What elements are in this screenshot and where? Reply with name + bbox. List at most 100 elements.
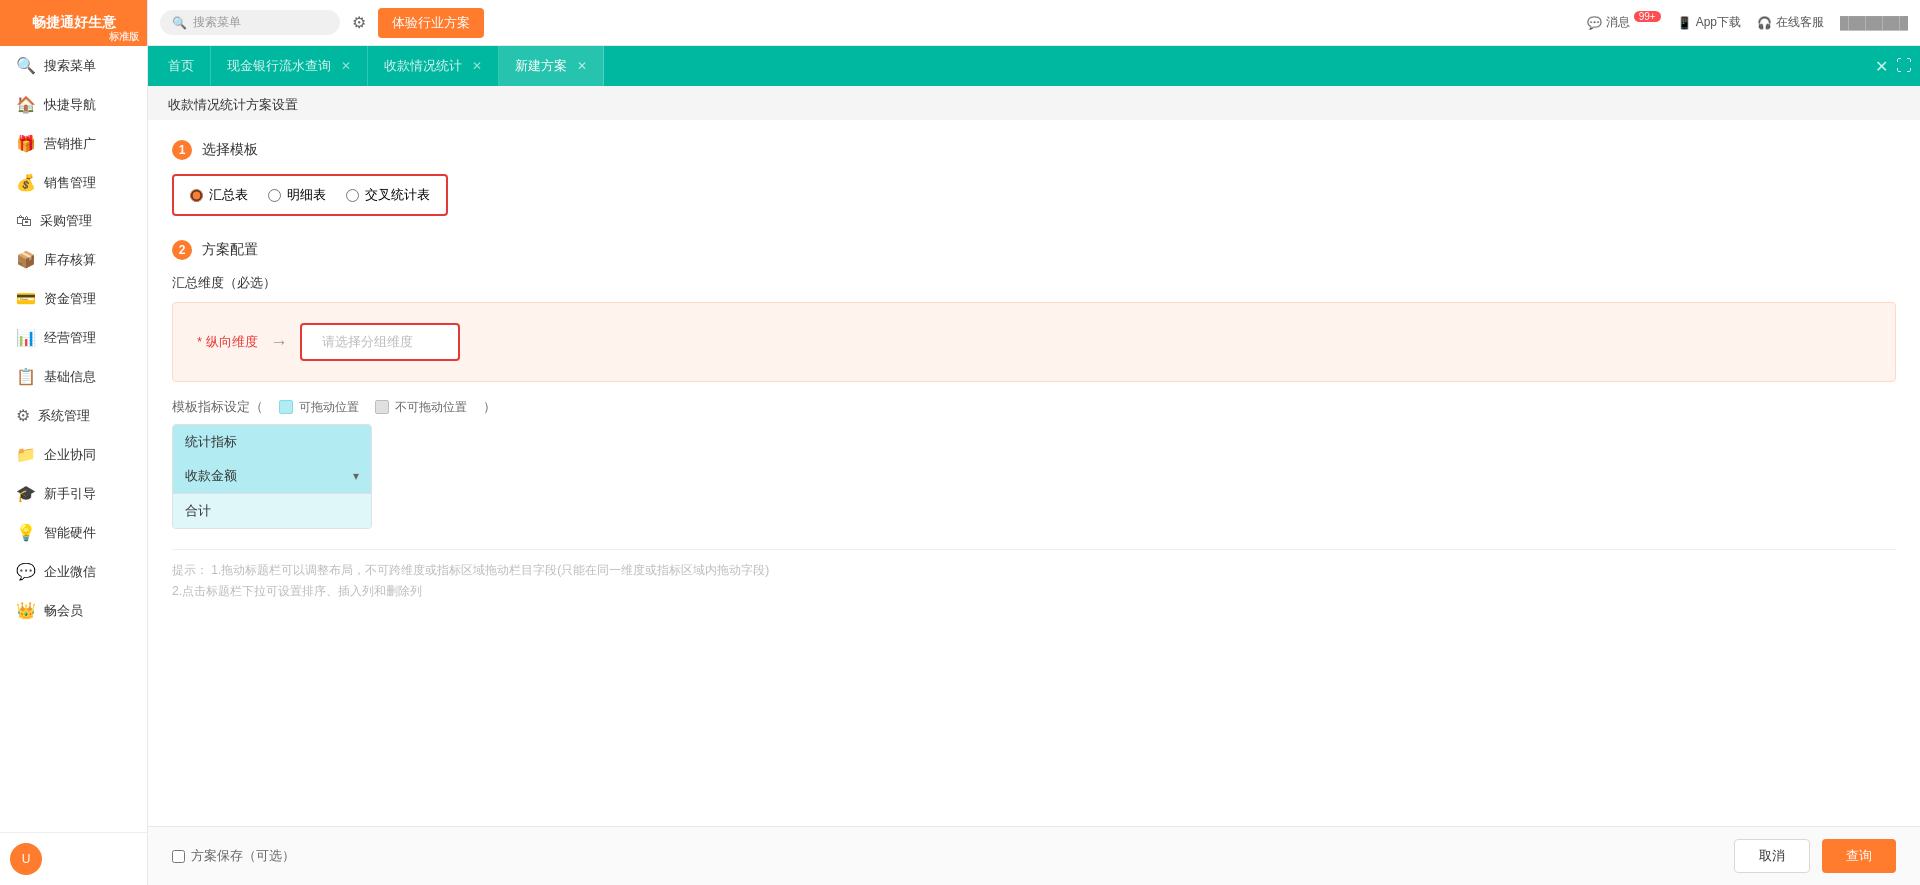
stat-col-label: 收款金额 xyxy=(185,467,237,485)
member-icon: 👑 xyxy=(16,601,36,620)
sidebar-item-newbie[interactable]: 🎓 新手引导 xyxy=(0,474,147,513)
sidebar-item-operations[interactable]: 📊经营管理 xyxy=(0,318,147,357)
step2-title: 方案配置 xyxy=(202,241,258,259)
avatar: U xyxy=(10,843,42,875)
tab-home[interactable]: 首页 xyxy=(148,46,211,86)
radio-detail-input[interactable] xyxy=(268,189,281,202)
breadcrumb: 收款情况统计方案设置 xyxy=(168,97,298,112)
sidebar-item-label: 销售管理 xyxy=(44,174,96,192)
save-option[interactable]: 方案保存（可选） xyxy=(172,847,295,865)
step1-label: 1 选择模板 xyxy=(172,140,1896,160)
sidebar-item-label: 系统管理 xyxy=(38,407,90,425)
purchase-icon: 🛍 xyxy=(16,212,32,230)
close-tab-icon[interactable]: ✕ xyxy=(1875,57,1888,76)
radio-cross-label: 交叉统计表 xyxy=(365,186,430,204)
tab-bank-flow[interactable]: 现金银行流水查询✕ xyxy=(211,46,368,86)
topbar: 🔍 搜索菜单 ⚙ 体验行业方案 💬 消息 99+ 📱 App下载 🎧 在线客服 … xyxy=(148,0,1920,46)
tab-close-icon[interactable]: ✕ xyxy=(577,59,587,73)
draggable-box xyxy=(279,400,293,414)
sidebar-item-enterprise[interactable]: 📁 企业协同 xyxy=(0,435,147,474)
tab-collection-stat[interactable]: 收款情况统计 ✕ xyxy=(368,46,499,86)
dimension-section-label: 汇总维度（必选） xyxy=(172,274,1896,292)
config-section: 汇总维度（必选） 纵向维度 → 请选择分组维度 模板指标设定（ xyxy=(172,274,1896,616)
service-link[interactable]: 🎧 在线客服 xyxy=(1757,14,1824,31)
message-icon: 💬 xyxy=(1587,16,1602,30)
sidebar-item-sales[interactable]: 💰销售管理 xyxy=(0,163,147,202)
draggable-hint: 可拖动位置 xyxy=(279,399,359,416)
tab-label: 新建方案 xyxy=(515,57,567,75)
step2-section: 2 方案配置 汇总维度（必选） 纵向维度 → 请选择分组维度 xyxy=(172,240,1896,616)
tip2: 2.点击标题栏下拉可设置排序、插入列和删除列 xyxy=(172,583,1896,600)
radio-detail-label: 明细表 xyxy=(287,186,326,204)
sidebar-item-label: 库存核算 xyxy=(44,251,96,269)
stat-header-label: 统计指标 xyxy=(185,433,237,451)
tab-label: 收款情况统计 xyxy=(384,57,462,75)
sidebar-item-marketing[interactable]: 🎁营销推广 xyxy=(0,124,147,163)
tab-new-plan[interactable]: 新建方案 ✕ xyxy=(499,46,604,86)
sidebar-item-basic-info[interactable]: 📋基础信息 xyxy=(0,357,147,396)
tip1: 提示： 1.拖动标题栏可以调整布局，不可跨维度或指标区域拖动栏目字段(只能在同一… xyxy=(172,562,1896,579)
stat-col-header[interactable]: 收款金额 ▾ xyxy=(173,459,371,493)
step2-label: 2 方案配置 xyxy=(172,240,1896,260)
step1-section: 1 选择模板 汇总表 明细表 xyxy=(172,140,1896,216)
sidebar-item-inventory[interactable]: 📦 库存核算 xyxy=(0,240,147,279)
radio-cross-input[interactable] xyxy=(346,189,359,202)
radio-group: 汇总表 明细表 交叉统计表 xyxy=(190,186,430,204)
tabs-bar: 首页现金银行流水查询✕ 收款情况统计 ✕ 新建方案 ✕ ✕ ⛶ xyxy=(148,46,1920,86)
enterprise-icon: 📁 xyxy=(16,445,36,464)
logo-text: 畅捷通好生意 xyxy=(32,14,116,32)
message-count: 99+ xyxy=(1634,11,1661,22)
message-link[interactable]: 💬 消息 99+ xyxy=(1587,14,1661,31)
version-badge: 标准版 xyxy=(109,30,139,44)
save-checkbox[interactable] xyxy=(172,850,185,863)
app-logo: 畅捷通好生意 标准版 xyxy=(0,0,147,46)
sidebar-item-label: 畅会员 xyxy=(44,602,83,620)
tips-area: 提示： 1.拖动标题栏可以调整布局，不可跨维度或指标区域拖动栏目字段(只能在同一… xyxy=(172,549,1896,616)
arrow-icon: → xyxy=(270,332,288,353)
fixed-box xyxy=(375,400,389,414)
sidebar-item-label: 搜索菜单 xyxy=(44,57,96,75)
cancel-button[interactable]: 取消 xyxy=(1734,839,1810,873)
radio-summary[interactable]: 汇总表 xyxy=(190,186,248,204)
radio-summary-input[interactable] xyxy=(190,189,203,202)
sidebar-item-label: 企业协同 xyxy=(44,446,96,464)
sidebar-item-weixin[interactable]: 💬企业微信 xyxy=(0,552,147,591)
sidebar-item-member[interactable]: 👑 畅会员 xyxy=(0,591,147,630)
radio-detail[interactable]: 明细表 xyxy=(268,186,326,204)
weixin-icon: 💬 xyxy=(16,562,36,581)
tab-close-icon[interactable]: ✕ xyxy=(472,59,482,73)
sidebar-item-capital[interactable]: 💳资金管理 xyxy=(0,279,147,318)
inventory-icon: 📦 xyxy=(16,250,36,269)
sys-mgmt-icon: ⚙ xyxy=(16,406,30,425)
sidebar-bottom: U xyxy=(0,832,147,885)
maximize-icon[interactable]: ⛶ xyxy=(1896,57,1912,75)
sidebar-item-sys-mgmt[interactable]: ⚙ 系统管理 xyxy=(0,396,147,435)
query-button[interactable]: 查询 xyxy=(1822,839,1896,873)
template-select-box: 汇总表 明细表 交叉统计表 xyxy=(172,174,448,216)
dimension-select[interactable]: 请选择分组维度 xyxy=(300,323,460,361)
sidebar-item-label: 资金管理 xyxy=(44,290,96,308)
settings-icon[interactable]: ⚙ xyxy=(352,13,366,32)
sidebar-item-quick-nav[interactable]: 🏠快捷导航 xyxy=(0,85,147,124)
trial-button[interactable]: 体验行业方案 xyxy=(378,8,484,38)
sidebar-item-smart-hw[interactable]: 💡智能硬件 xyxy=(0,513,147,552)
sidebar: 畅捷通好生意 标准版 🔍搜索菜单🏠快捷导航🎁营销推广💰销售管理🛍采购管理 📦 库存核… xyxy=(0,0,148,885)
stat-table-header: 统计指标 xyxy=(173,425,371,459)
service-icon: 🎧 xyxy=(1757,16,1772,30)
fixed-hint: 不可拖动位置 xyxy=(375,399,467,416)
sidebar-item-purchase[interactable]: 🛍采购管理 xyxy=(0,202,147,240)
footer-buttons: 取消 查询 xyxy=(1734,839,1896,873)
sidebar-item-label: 快捷导航 xyxy=(44,96,96,114)
sidebar-item-search-menu[interactable]: 🔍搜索菜单 xyxy=(0,46,147,85)
download-link[interactable]: 📱 App下载 xyxy=(1677,14,1741,31)
tab-close-icon[interactable]: ✕ xyxy=(341,59,351,73)
search-menu-bar[interactable]: 🔍 搜索菜单 xyxy=(160,10,340,35)
stat-table: 统计指标 收款金额 ▾ 合计 xyxy=(172,424,372,529)
dropdown-arrow[interactable]: ▾ xyxy=(353,469,359,483)
radio-cross[interactable]: 交叉统计表 xyxy=(346,186,430,204)
service-label: 在线客服 xyxy=(1776,14,1824,31)
content-area: 收款情况统计方案设置 1 选择模板 汇总表 xyxy=(148,86,1920,885)
sidebar-item-label: 新手引导 xyxy=(44,485,96,503)
newbie-icon: 🎓 xyxy=(16,484,36,503)
sidebar-item-label: 智能硬件 xyxy=(44,524,96,542)
